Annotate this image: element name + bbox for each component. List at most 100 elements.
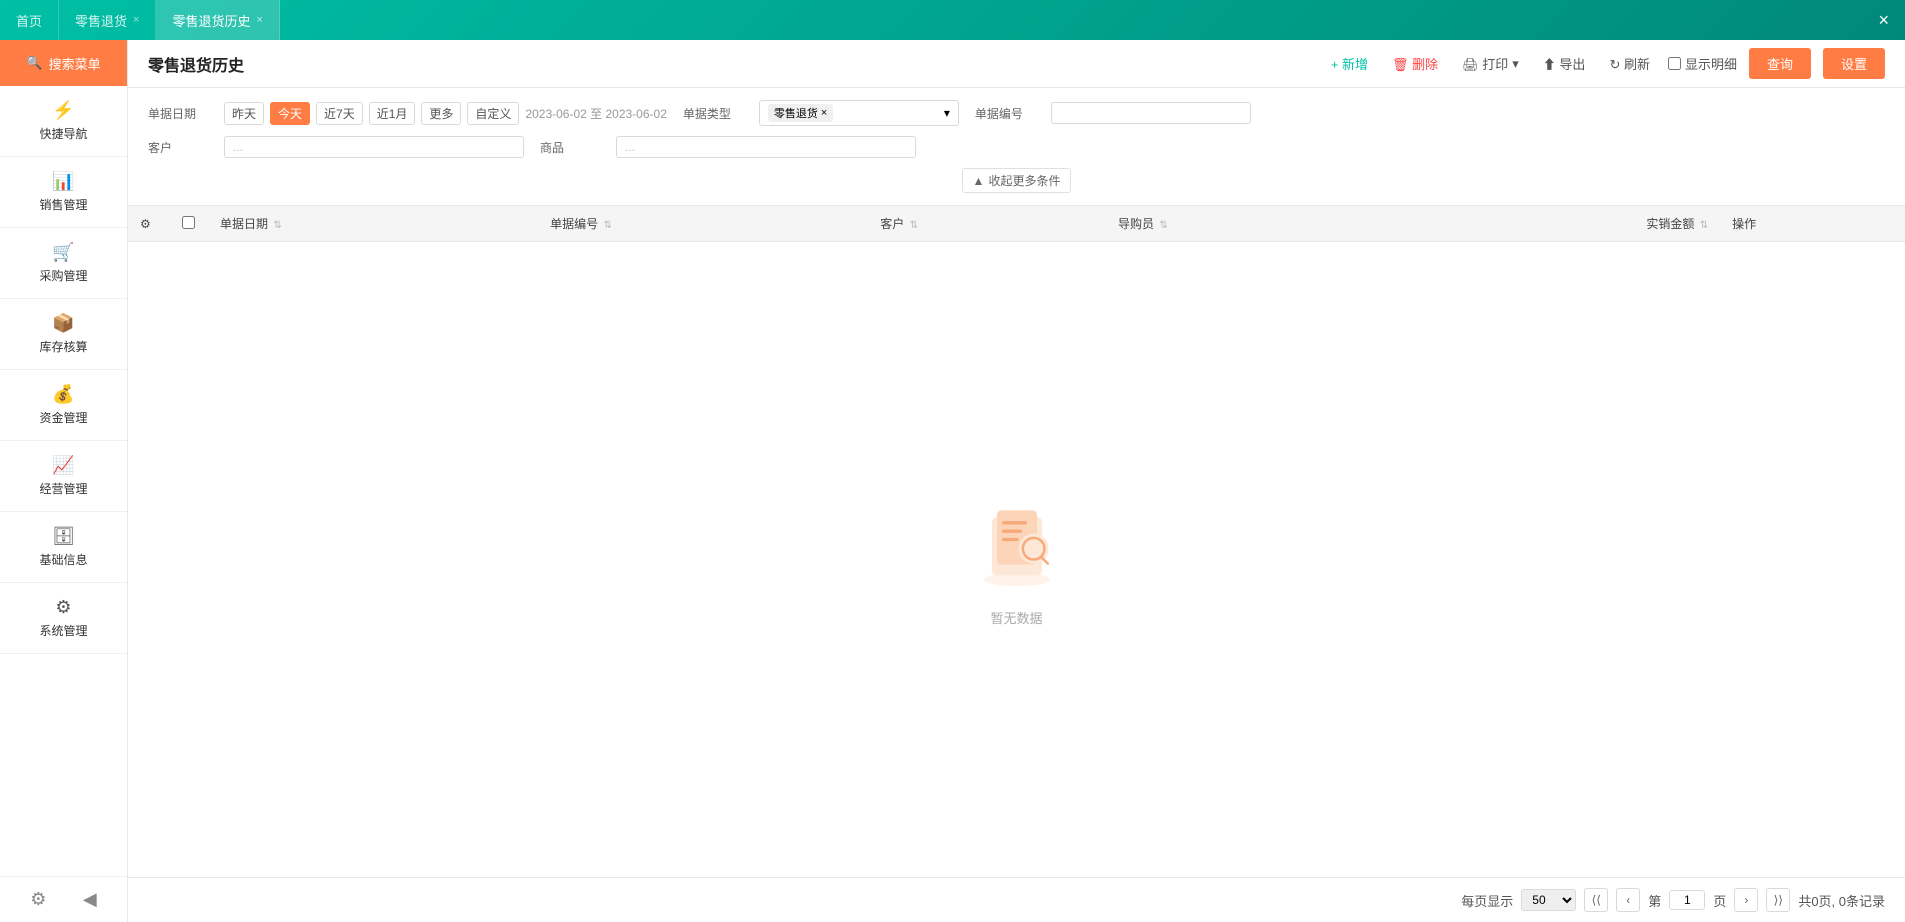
sort-date-icon[interactable]: ⇅ (273, 220, 281, 231)
inventory-icon: 📦 (52, 313, 74, 334)
type-filter-select[interactable]: 零售退货 × ▾ (759, 100, 959, 126)
th-checkbox (168, 206, 208, 242)
sort-number-icon[interactable]: ⇅ (604, 220, 612, 231)
sidebar-item-system[interactable]: ⚙ 系统管理 (0, 583, 127, 654)
th-action: 操作 (1720, 206, 1905, 242)
sidebar-item-purchase[interactable]: 🛒 采购管理 (0, 228, 127, 299)
sort-guide-icon[interactable]: ⇅ (1159, 220, 1167, 231)
type-filter-tag-text: 零售退货 (774, 105, 818, 121)
page-unit: 页 (1713, 891, 1726, 910)
type-filter-tag-close[interactable]: × (821, 107, 827, 119)
print-dropdown-icon[interactable]: ▾ (1512, 56, 1519, 72)
goods-filter-select[interactable]: ... (616, 136, 916, 158)
date-btn-today[interactable]: 今天 (270, 102, 310, 125)
page-first-button[interactable]: ⟨⟨ (1584, 888, 1608, 912)
collapse-section: ▲ 收起更多条件 (148, 168, 1885, 193)
purchase-icon: 🛒 (52, 242, 74, 263)
page-next-button[interactable]: › (1734, 888, 1758, 912)
content-area: 零售退货历史 + 新增 🗑 删除 🖨 打印 ▾ ⬆ 导出 ↻ 刷新 (128, 40, 1905, 922)
tab-retail-return-history[interactable]: 零售退货历史 × (156, 0, 279, 40)
sidebar-search[interactable]: 🔍 搜索菜单 (0, 40, 127, 86)
type-filter-tag: 零售退货 × (768, 104, 833, 122)
date-btn-more[interactable]: 更多 (421, 102, 461, 125)
customer-filter-select[interactable]: ... (224, 136, 524, 158)
th-number: 单据编号 ⇅ (538, 206, 868, 242)
number-filter-input[interactable] (1051, 102, 1251, 124)
sidebar-collapse-icon[interactable]: ◀ (83, 889, 97, 910)
sidebar-item-shortcuts-label: 快捷导航 (39, 125, 87, 142)
sidebar-item-shortcuts[interactable]: ⚡ 快捷导航 (0, 86, 127, 157)
collapse-button-label: 收起更多条件 (988, 172, 1060, 189)
goods-filter-placeholder: ... (625, 140, 635, 154)
page-label: 第 (1648, 891, 1661, 910)
tab-retail-return-label: 零售退货 (75, 11, 127, 30)
sidebar-item-inventory[interactable]: 📦 库存核算 (0, 299, 127, 370)
refresh-button[interactable]: ↻ 刷新 (1603, 50, 1656, 77)
page-prev-button[interactable]: ‹ (1616, 888, 1640, 912)
sidebar-settings-icon[interactable]: ⚙ (30, 889, 46, 910)
empty-state-text: 暂无数据 (990, 608, 1042, 627)
type-filter-dropdown-icon: ▾ (944, 106, 950, 120)
page-header: 零售退货历史 + 新增 🗑 删除 🖨 打印 ▾ ⬆ 导出 ↻ 刷新 (128, 40, 1905, 88)
window-close-button[interactable]: × (1862, 0, 1905, 40)
date-filter-label: 单据日期 (148, 105, 208, 122)
basic-info-icon: 🗄 (52, 526, 75, 547)
delete-button[interactable]: 🗑 删除 (1386, 50, 1444, 77)
table-container: ⚙ 单据日期 ⇅ 单据编号 ⇅ (128, 206, 1905, 922)
tab-retail-return[interactable]: 零售退货 × (59, 0, 156, 40)
tab-retail-return-close[interactable]: × (133, 14, 139, 26)
empty-state: 暂无数据 (128, 242, 1905, 877)
type-filter-label: 单据类型 (683, 105, 743, 122)
date-btn-custom[interactable]: 自定义 (467, 102, 519, 125)
sidebar: 🔍 搜索菜单 ⚡ 快捷导航 📊 销售管理 🛒 采购管理 📦 库存核算 💰 资金管… (0, 40, 128, 922)
page-number-input[interactable] (1669, 890, 1705, 910)
tab-home[interactable]: 首页 (0, 0, 59, 40)
tab-retail-return-history-label: 零售退货历史 (172, 11, 250, 30)
th-guide: 导购员 ⇅ (1106, 206, 1390, 242)
date-btn-1month[interactable]: 近1月 (369, 102, 416, 125)
date-btn-7days[interactable]: 近7天 (316, 102, 363, 125)
export-button[interactable]: ⬆ 导出 (1537, 50, 1592, 77)
sort-customer-icon[interactable]: ⇅ (910, 220, 918, 231)
sidebar-item-operations[interactable]: 📈 经营管理 (0, 441, 127, 512)
show-detail-checkbox[interactable] (1668, 57, 1681, 70)
new-button[interactable]: + 新增 (1325, 50, 1374, 77)
customer-filter-placeholder: ... (233, 140, 243, 154)
tab-retail-return-history-close[interactable]: × (256, 14, 262, 26)
header-actions: + 新增 🗑 删除 🖨 打印 ▾ ⬆ 导出 ↻ 刷新 显示明细 (1325, 48, 1885, 79)
th-settings: ⚙ (128, 206, 168, 242)
sidebar-item-operations-label: 经营管理 (39, 480, 87, 497)
shortcuts-icon: ⚡ (52, 100, 74, 121)
sort-amount-icon[interactable]: ⇅ (1700, 220, 1708, 231)
delete-button-label: 🗑 删除 (1392, 54, 1438, 73)
date-btn-yesterday[interactable]: 昨天 (224, 102, 264, 125)
sidebar-item-purchase-label: 采购管理 (39, 267, 87, 284)
page-title: 零售退货历史 (148, 52, 244, 76)
system-icon: ⚙ (55, 597, 71, 618)
th-customer: 客户 ⇅ (868, 206, 1106, 242)
sales-icon: 📊 (52, 171, 74, 192)
settings-button[interactable]: 设置 (1823, 48, 1885, 79)
print-button[interactable]: 🖨 打印 ▾ (1456, 50, 1525, 77)
export-button-label: ⬆ 导出 (1543, 54, 1586, 73)
sidebar-item-basic-info[interactable]: 🗄 基础信息 (0, 512, 127, 583)
date-filter-group: 昨天 今天 近7天 近1月 更多 自定义 2023-06-02 至 2023-0… (224, 102, 667, 125)
sidebar-item-sales-label: 销售管理 (39, 196, 87, 213)
empty-state-illustration (967, 492, 1067, 592)
sidebar-item-finance[interactable]: 💰 资金管理 (0, 370, 127, 441)
finance-icon: 💰 (52, 384, 74, 405)
collapse-up-icon: ▲ (973, 174, 985, 188)
sidebar-item-sales[interactable]: 📊 销售管理 (0, 157, 127, 228)
sidebar-item-basic-info-label: 基础信息 (39, 551, 87, 568)
main-layout: 🔍 搜索菜单 ⚡ 快捷导航 📊 销售管理 🛒 采购管理 📦 库存核算 💰 资金管… (0, 40, 1905, 922)
number-filter-label: 单据编号 (975, 105, 1035, 122)
query-button[interactable]: 查询 (1749, 48, 1811, 79)
collapse-button[interactable]: ▲ 收起更多条件 (962, 168, 1072, 193)
column-settings-icon[interactable]: ⚙ (140, 217, 151, 231)
select-all-checkbox[interactable] (182, 216, 195, 229)
page-size-select[interactable]: 20 50 100 (1521, 889, 1576, 911)
show-detail-checkbox-label[interactable]: 显示明细 (1668, 54, 1737, 73)
data-table: ⚙ 单据日期 ⇅ 单据编号 ⇅ (128, 206, 1905, 242)
page-last-button[interactable]: ⟩⟩ (1766, 888, 1790, 912)
goods-filter-label: 商品 (540, 139, 600, 156)
